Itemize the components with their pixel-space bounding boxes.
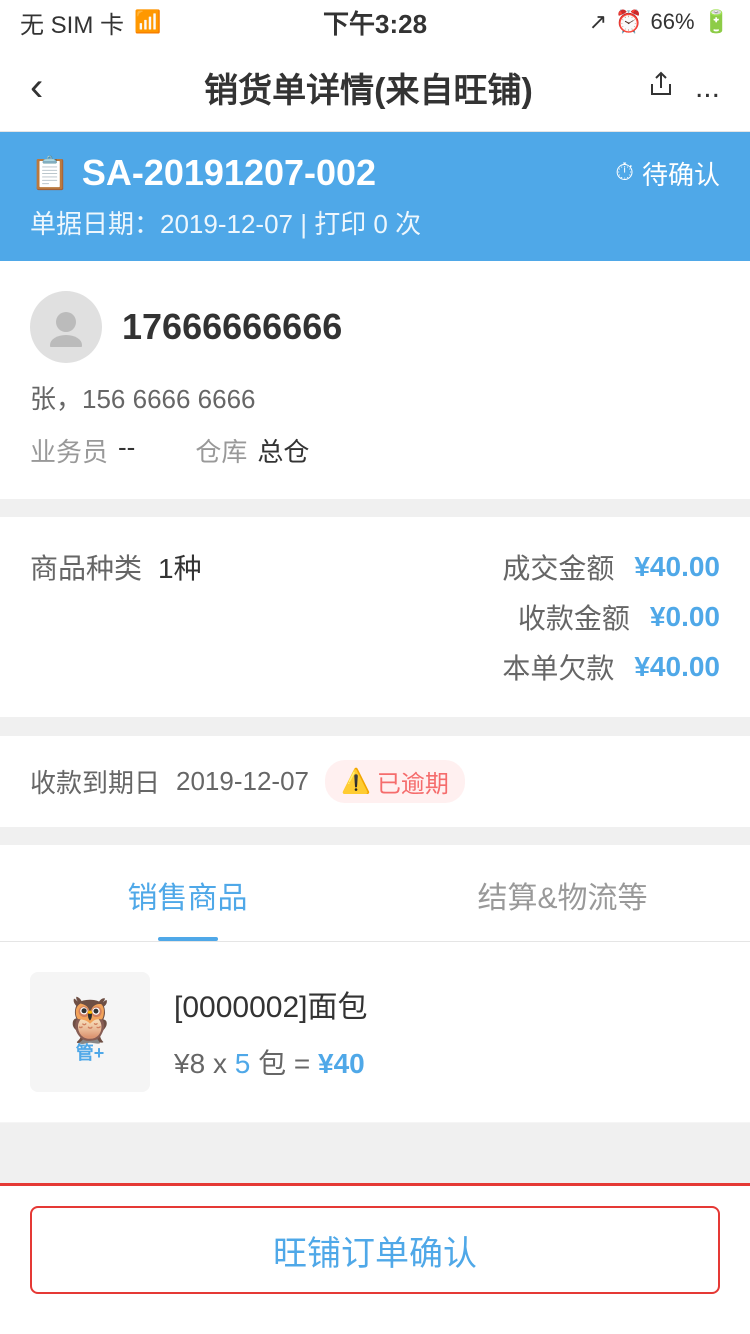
tab-products[interactable]: 销售商品	[0, 845, 375, 941]
receive-amount-label: 收款金额	[518, 597, 630, 637]
product-section: 🦉 管+ [0000002]面包 ¥8 x 5 包 = ¥40	[0, 942, 750, 1123]
salesperson-label: 业务员	[30, 432, 108, 469]
carrier-label: 无 SIM 卡	[20, 5, 124, 40]
bottom-button-area: 旺铺订单确认	[0, 1183, 750, 1334]
product-types-value: 1种	[158, 547, 202, 587]
nav-bar: ‹ 销货单详情(来自旺铺) ...	[0, 44, 750, 132]
due-date-label: 收款到期日	[30, 763, 160, 800]
equals-sign: =	[294, 1048, 318, 1079]
warehouse-label: 仓库	[195, 432, 247, 469]
order-header: 📋 SA-20191207-002 ⏱ 待确认 单据日期：2019-12-07 …	[0, 132, 750, 261]
clock-icon: ⏱	[615, 159, 634, 187]
battery-icon: 🔋	[703, 9, 730, 35]
overdue-text: 已逾期	[377, 764, 449, 799]
product-logo: 管+	[63, 1043, 118, 1065]
alarm-icon: ⏰	[615, 9, 642, 35]
salesperson-item: 业务员 --	[30, 432, 135, 469]
product-types-label: 商品种类	[30, 547, 142, 587]
qty-value: 5	[235, 1048, 251, 1079]
customer-row: 17666666666	[30, 291, 720, 363]
nav-actions: ...	[647, 70, 720, 106]
receive-amount-value: ¥0.00	[650, 601, 720, 633]
product-thumbnail: 🦉 管+	[30, 972, 150, 1092]
amounts: 成交金额 ¥40.00 收款金额 ¥0.00 本单欠款 ¥40.00	[502, 547, 720, 687]
confirm-button[interactable]: 旺铺订单确认	[30, 1206, 720, 1294]
status-bar: 无 SIM 卡 📶 下午3:28 ↗ ⏰ 66% 🔋	[0, 0, 750, 44]
tabs-section: 销售商品 结算&物流等	[0, 845, 750, 942]
price-separator: x	[213, 1048, 235, 1079]
more-icon[interactable]: ...	[695, 71, 720, 105]
product-name: [0000002]面包	[174, 982, 720, 1026]
order-id: 📋 SA-20191207-002	[30, 152, 376, 194]
back-button[interactable]: ‹	[30, 65, 90, 110]
customer-phone: 17666666666	[122, 306, 342, 348]
due-date-section: 收款到期日 2019-12-07 ⚠️ 已逾期	[0, 735, 750, 827]
warehouse-item: 仓库 总仓	[195, 432, 309, 469]
battery-label: 66%	[651, 9, 695, 35]
overdue-badge: ⚠️ 已逾期	[325, 760, 465, 803]
page-title: 销货单详情(来自旺铺)	[204, 63, 533, 112]
owed-amount-value: ¥40.00	[634, 651, 720, 683]
unit-value: 包	[258, 1048, 286, 1079]
due-date-value: 2019-12-07	[176, 766, 309, 797]
owed-amount-row: 本单欠款 ¥40.00	[502, 647, 720, 687]
table-row: 🦉 管+ [0000002]面包 ¥8 x 5 包 = ¥40	[0, 942, 750, 1123]
customer-section: 17666666666 张，156 6666 6666 业务员 -- 仓库 总仓	[0, 261, 750, 499]
warning-icon: ⚠️	[341, 767, 371, 796]
customer-name: 张，156 6666 6666	[30, 379, 720, 416]
deal-amount-label: 成交金额	[502, 547, 614, 587]
status-time: 下午3:28	[323, 4, 427, 41]
receive-amount-row: 收款金额 ¥0.00	[518, 597, 720, 637]
status-left: 无 SIM 卡 📶	[20, 5, 161, 40]
deal-amount-value: ¥40.00	[634, 551, 720, 583]
product-info: [0000002]面包 ¥8 x 5 包 = ¥40	[174, 982, 720, 1082]
avatar	[30, 291, 102, 363]
order-envelope-icon: 📋	[30, 154, 70, 192]
customer-meta: 业务员 -- 仓库 总仓	[30, 432, 720, 469]
share-icon[interactable]	[647, 70, 675, 106]
tab-settlement[interactable]: 结算&物流等	[375, 845, 750, 941]
owed-amount-label: 本单欠款	[502, 647, 614, 687]
product-price: ¥8 x 5 包 = ¥40	[174, 1042, 720, 1082]
warehouse-value: 总仓	[257, 432, 309, 469]
order-date: 单据日期：2019-12-07 | 打印 0 次	[30, 204, 720, 241]
location-icon: ↗	[589, 9, 607, 35]
price-value: ¥8	[174, 1048, 205, 1079]
salesperson-value: --	[118, 432, 135, 469]
status-right: ↗ ⏰ 66% 🔋	[589, 9, 730, 35]
summary-section: 商品种类 1种 成交金额 ¥40.00 收款金额 ¥0.00 本单欠款 ¥40.…	[0, 517, 750, 717]
tabs-row: 销售商品 结算&物流等	[0, 845, 750, 941]
product-types: 商品种类 1种	[30, 547, 202, 587]
wifi-icon: 📶	[134, 9, 161, 35]
total-value: ¥40	[318, 1048, 365, 1079]
order-status: ⏱ 待确认	[615, 155, 720, 192]
order-id-row: 📋 SA-20191207-002 ⏱ 待确认	[30, 152, 720, 194]
deal-amount-row: 成交金额 ¥40.00	[502, 547, 720, 587]
